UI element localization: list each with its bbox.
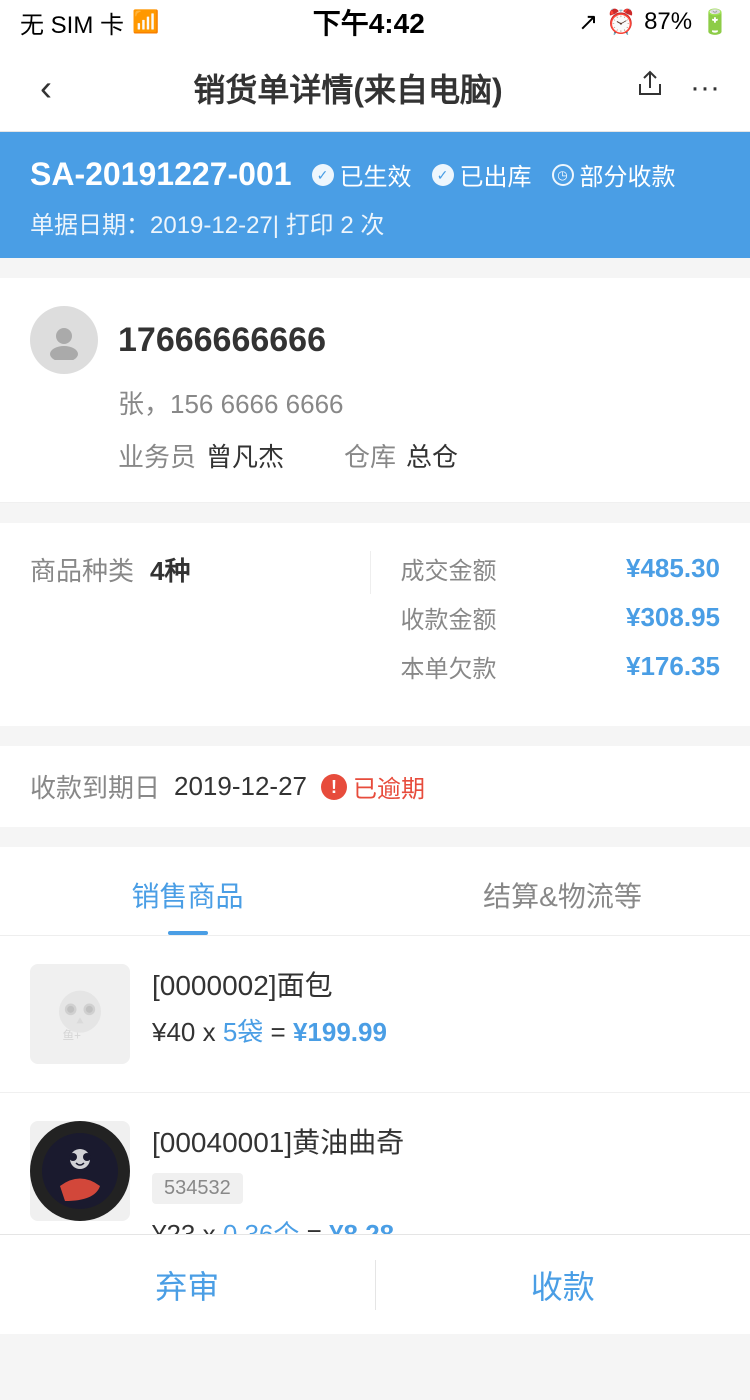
more-button[interactable]: ··· [690, 71, 720, 105]
customer-row: 17666666666 [30, 306, 720, 374]
customer-meta: 业务员 曾凡杰 仓库 总仓 [30, 437, 720, 474]
summary-left: 商品种类 4种 [30, 551, 371, 594]
product-thumb-1: 鱼+ [30, 964, 130, 1064]
bottom-bar: 弃审 收款 [0, 1234, 750, 1334]
status-time: 下午4:42 [313, 2, 425, 42]
nav-title: 销货单详情(来自电脑) [193, 65, 502, 111]
amount-row: 成交金额 ¥485.30 [401, 551, 721, 586]
customer-name: 17666666666 [118, 321, 326, 360]
back-button[interactable]: ‹ [30, 57, 62, 119]
overdue-icon: ! [321, 774, 347, 800]
order-id: SA-20191227-001 [30, 156, 292, 193]
summary-section: 商品种类 4种 成交金额 ¥485.30 收款金额 ¥308.95 本单欠款 ¥… [0, 523, 750, 726]
status-shipped: ✓ 已出库 [432, 157, 532, 192]
overdue-badge: ! 已逾期 [321, 769, 425, 804]
product-info-2: [00040001]黄油曲奇 534532 ¥23 x 0.36个 = ¥8.2… [152, 1121, 720, 1251]
clock-icon: ◷ [552, 164, 574, 186]
product-tag-2: 534532 [152, 1173, 243, 1204]
summary-right: 成交金额 ¥485.30 收款金额 ¥308.95 本单欠款 ¥176.35 [371, 551, 721, 698]
sales-person: 业务员 曾凡杰 [118, 437, 284, 474]
status-left: 无 SIM 卡 📶 [20, 5, 159, 40]
battery-icon: 🔋 [700, 8, 730, 37]
product-item: 鱼+ [0000002]面包 ¥40 x 5袋 = ¥199.99 [0, 936, 750, 1093]
status-partial: ◷ 部分收款 [552, 157, 676, 192]
product-name-2: [00040001]黄油曲奇 [152, 1121, 720, 1161]
received-row: 收款金额 ¥308.95 [401, 600, 721, 635]
header-date: 单据日期：2019-12-27| 打印 2 次 [30, 205, 720, 240]
battery-level: 87% [644, 8, 692, 36]
share-button[interactable] [634, 68, 666, 108]
due-date-section: 收款到期日 2019-12-27 ! 已逾期 [0, 746, 750, 827]
product-thumb-2 [30, 1121, 130, 1221]
tabs-header: 销售商品 结算&物流等 [0, 847, 750, 936]
product-info-1: [0000002]面包 ¥40 x 5袋 = ¥199.99 [152, 964, 720, 1049]
location-icon: ↗ [578, 8, 598, 37]
tab-indicator [168, 931, 208, 935]
product-list: 鱼+ [0000002]面包 ¥40 x 5袋 = ¥199.99 [0, 936, 750, 1280]
status-effective: ✓ 已生效 [312, 157, 412, 192]
tab-products[interactable]: 销售商品 [0, 847, 375, 935]
customer-sub: 张，156 6666 6666 [30, 384, 720, 421]
svg-text:鱼+: 鱼+ [63, 1029, 82, 1043]
check-icon-1: ✓ [312, 164, 334, 186]
status-bar: 无 SIM 卡 📶 下午4:42 ↗ ⏰ 87% 🔋 [0, 0, 750, 44]
tab-settlement[interactable]: 结算&物流等 [375, 847, 750, 935]
order-id-row: SA-20191227-001 ✓ 已生效 ✓ 已出库 ◷ 部分收款 [30, 156, 720, 193]
tabs-section: 销售商品 结算&物流等 鱼+ [000 [0, 847, 750, 1280]
confirm-button[interactable]: 收款 [376, 1242, 750, 1328]
cancel-button[interactable]: 弃审 [0, 1242, 375, 1328]
check-icon-2: ✓ [432, 164, 454, 186]
sim-status: 无 SIM 卡 [20, 5, 124, 40]
nav-actions: ··· [634, 68, 720, 108]
nav-bar: ‹ 销货单详情(来自电脑) ··· [0, 44, 750, 132]
warehouse: 仓库 总仓 [344, 437, 458, 474]
alarm-icon: ⏰ [606, 8, 636, 37]
customer-section: 17666666666 张，156 6666 6666 业务员 曾凡杰 仓库 总… [0, 278, 750, 503]
wifi-icon: 📶 [132, 9, 159, 35]
header-banner: SA-20191227-001 ✓ 已生效 ✓ 已出库 ◷ 部分收款 单据日期：… [0, 132, 750, 258]
avatar [30, 306, 98, 374]
product-name-1: [0000002]面包 [152, 964, 720, 1004]
category-item: 商品种类 4种 [30, 551, 350, 588]
product-price-1: ¥40 x 5袋 = ¥199.99 [152, 1012, 720, 1049]
debt-row: 本单欠款 ¥176.35 [401, 649, 721, 684]
product-logo-2 [30, 1121, 130, 1221]
status-right: ↗ ⏰ 87% 🔋 [578, 8, 730, 37]
